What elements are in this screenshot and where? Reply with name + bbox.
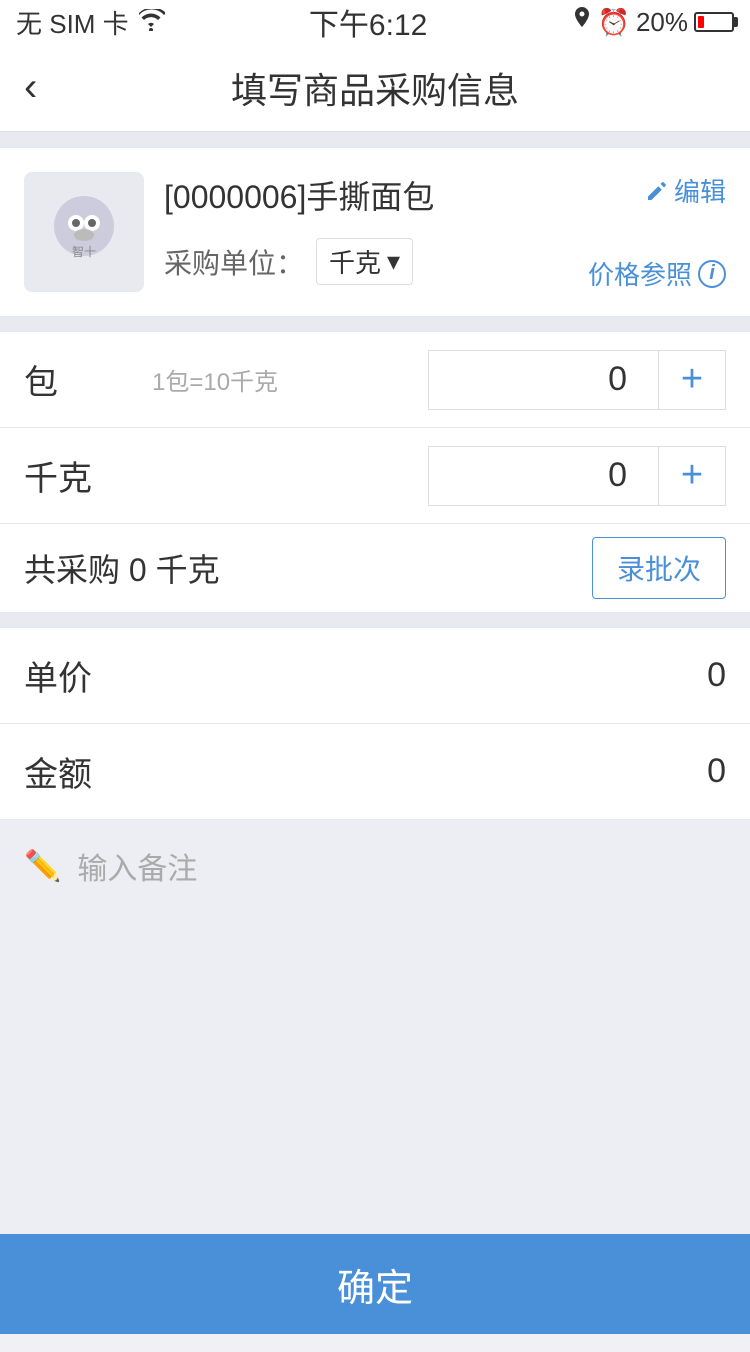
status-left: 无 SIM 卡	[16, 4, 165, 41]
kg-input[interactable]	[428, 446, 658, 506]
page-title: 填写商品采购信息	[231, 62, 519, 114]
amount-label: 金额	[24, 747, 92, 796]
bao-input[interactable]	[428, 350, 658, 410]
carrier-text: 无 SIM 卡	[16, 4, 129, 41]
wifi-icon	[137, 7, 165, 38]
bao-row: 包 1包=10千克 +	[0, 332, 750, 428]
unit-price-row: 单价 0	[0, 628, 750, 724]
notes-placeholder: 输入备注	[77, 844, 197, 888]
dropdown-arrow-icon: ▾	[387, 246, 400, 277]
nav-bar: ‹ 填写商品采购信息	[0, 44, 750, 132]
alarm-icon: ⏰	[598, 7, 630, 38]
price-ref-button[interactable]: 价格参照 i	[588, 255, 726, 292]
bao-plus-button[interactable]: +	[658, 350, 726, 410]
unit-dropdown[interactable]: 千克 ▾	[316, 238, 413, 285]
battery-icon	[694, 12, 734, 32]
bao-label: 包	[24, 355, 144, 404]
amount-row: 金额 0	[0, 724, 750, 820]
top-divider	[0, 132, 750, 148]
unit-value: 千克	[329, 243, 381, 280]
info-icon: i	[698, 260, 726, 288]
summary-row: 共采购 0 千克 录批次	[0, 524, 750, 612]
record-batch-button[interactable]: 录批次	[592, 537, 726, 599]
input-section: 包 1包=10千克 + 千克 +	[0, 332, 750, 524]
svg-text:智十: 智十	[72, 244, 96, 259]
unit-label: 采购单位：	[164, 242, 304, 282]
unit-price-value: 0	[707, 656, 726, 695]
mid-divider	[0, 316, 750, 332]
kg-input-group: +	[428, 446, 726, 506]
kg-row: 千克 +	[0, 428, 750, 524]
back-button[interactable]: ‹	[24, 65, 37, 110]
location-icon	[572, 7, 592, 38]
kg-label: 千克	[24, 451, 144, 500]
edit-button[interactable]: 编辑	[646, 172, 726, 209]
product-card: 智十 [0000006]手撕面包 采购单位： 千克 ▾ 编辑 价格参照 i	[0, 148, 750, 316]
pencil-icon: ✏️	[24, 849, 61, 884]
status-right: ⏰ 20%	[572, 7, 734, 38]
product-thumbnail: 智十	[24, 172, 144, 292]
battery-percent: 20%	[636, 7, 688, 38]
unit-price-label: 单价	[24, 651, 92, 700]
summary-divider	[0, 612, 750, 628]
status-time: 下午6:12	[309, 0, 427, 44]
amount-value: 0	[707, 752, 726, 791]
status-bar: 无 SIM 卡 下午6:12 ⏰ 20%	[0, 0, 750, 44]
product-name: [0000006]手撕面包	[164, 172, 726, 218]
bao-input-group: +	[428, 350, 726, 410]
notes-section[interactable]: ✏️ 输入备注	[0, 820, 750, 912]
bao-sublabel: 1包=10千克	[152, 362, 278, 397]
empty-space	[0, 912, 750, 1252]
price-info-section: 单价 0 金额 0	[0, 628, 750, 820]
kg-plus-button[interactable]: +	[658, 446, 726, 506]
confirm-label: 确定	[337, 1257, 413, 1312]
price-ref-label: 价格参照	[588, 255, 692, 292]
product-thumb-owl-icon: 智十	[49, 191, 119, 273]
edit-label: 编辑	[674, 172, 726, 209]
summary-text: 共采购 0 千克	[24, 545, 220, 591]
confirm-button[interactable]: 确定	[0, 1234, 750, 1334]
